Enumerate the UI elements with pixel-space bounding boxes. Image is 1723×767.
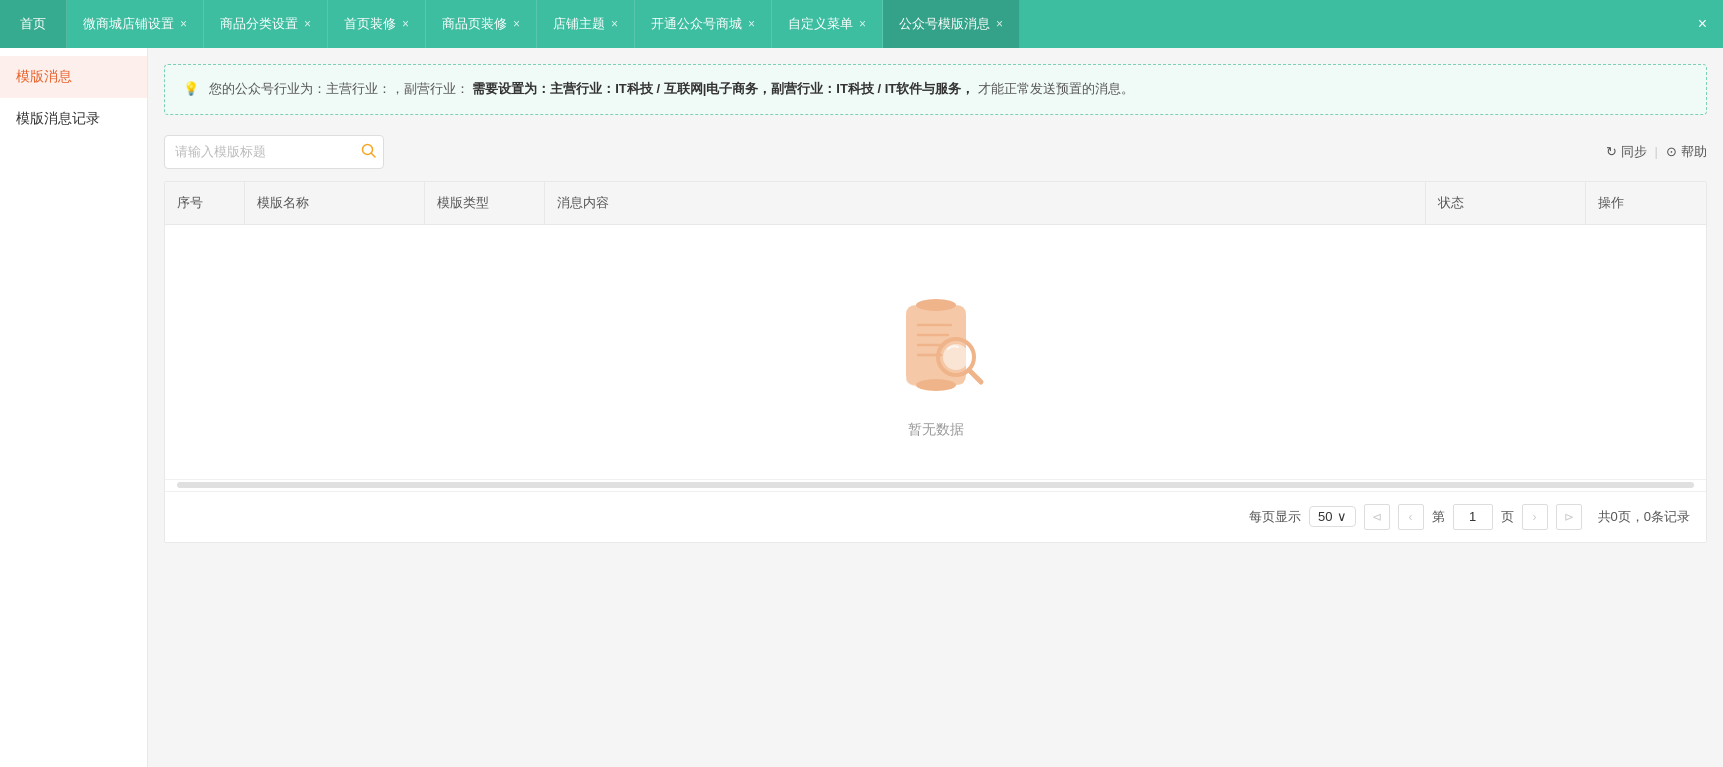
divider: | (1655, 144, 1658, 159)
per-page-value: 50 (1318, 509, 1332, 524)
homepage-tab-close[interactable]: × (402, 17, 409, 31)
th-name: 模版名称 (245, 182, 425, 224)
per-page-label: 每页显示 (1249, 508, 1301, 526)
scrollbar-track[interactable] (177, 482, 1694, 488)
svg-point-10 (943, 344, 969, 370)
page-total: 共0页，0条记录 (1598, 508, 1690, 526)
theme-tab-label: 店铺主题 (553, 15, 605, 33)
nav-tab-homepage[interactable]: 首页装修 × (328, 0, 426, 48)
home-tab-label: 首页 (20, 15, 46, 33)
svg-point-4 (916, 379, 956, 391)
sidebar-item-label: 模版消息 (16, 68, 72, 84)
category-tab-label: 商品分类设置 (220, 15, 298, 33)
last-page-button[interactable]: ⊳ (1556, 504, 1582, 530)
nav-tab-weshop[interactable]: 微商城店铺设置 × (67, 0, 204, 48)
first-page-button[interactable]: ⊲ (1364, 504, 1390, 530)
help-circle-icon: ⊙ (1666, 144, 1677, 159)
homepage-tab-label: 首页装修 (344, 15, 396, 33)
sidebar-item-template-msg-record[interactable]: 模版消息记录 (0, 98, 147, 140)
templatemsg-tab-close[interactable]: × (996, 17, 1003, 31)
scrollbar-area (165, 479, 1706, 491)
pagination: 每页显示 50 ∨ ⊲ ‹ 第 页 › ⊳ 共0页，0条记录 (165, 491, 1706, 542)
page-input[interactable] (1453, 504, 1493, 530)
table-wrapper: 序号 模版名称 模版类型 消息内容 状态 操作 (164, 181, 1707, 543)
page-label: 第 (1432, 508, 1445, 526)
nav-tab-home[interactable]: 首页 (0, 0, 67, 48)
weshop-tab-label: 微商城店铺设置 (83, 15, 174, 33)
help-label: 帮助 (1681, 143, 1707, 161)
svg-line-11 (969, 370, 981, 382)
page-suffix: 页 (1501, 508, 1514, 526)
custommenu-tab-label: 自定义菜单 (788, 15, 853, 33)
search-button[interactable] (361, 143, 376, 161)
nav-tab-productpage[interactable]: 商品页装修 × (426, 0, 537, 48)
openstore-tab-label: 开通公众号商城 (651, 15, 742, 33)
openstore-tab-close[interactable]: × (748, 17, 755, 31)
th-content: 消息内容 (545, 182, 1426, 224)
search-input[interactable] (164, 135, 384, 169)
sync-label: 同步 (1621, 143, 1647, 161)
svg-point-3 (916, 299, 956, 311)
search-bar: ↻ 同步 | ⊙ 帮助 (164, 135, 1707, 169)
search-icon (361, 143, 376, 158)
sync-button[interactable]: ↻ 同步 (1606, 143, 1647, 161)
sidebar-item-template-msg[interactable]: 模版消息 (0, 56, 147, 98)
table-header: 序号 模版名称 模版类型 消息内容 状态 操作 (165, 182, 1706, 225)
productpage-tab-label: 商品页装修 (442, 15, 507, 33)
notice-text-highlight: 需要设置为：主营行业：IT科技 / 互联网|电子商务，副营行业：IT科技 / I… (472, 81, 974, 96)
th-type: 模版类型 (425, 182, 545, 224)
search-right: ↻ 同步 | ⊙ 帮助 (1606, 143, 1707, 161)
notice-text-prefix: 您的公众号行业为：主营行业：，副营行业： (209, 81, 469, 96)
svg-line-1 (371, 153, 375, 157)
custommenu-tab-close[interactable]: × (859, 17, 866, 31)
sidebar: 模版消息 模版消息记录 (0, 48, 148, 767)
close-all-button[interactable]: × (1682, 15, 1723, 33)
category-tab-close[interactable]: × (304, 17, 311, 31)
chevron-down-icon: ∨ (1337, 509, 1347, 524)
nav-tab-custommenu[interactable]: 自定义菜单 × (772, 0, 883, 48)
empty-illustration (876, 285, 996, 405)
sync-icon: ↻ (1606, 144, 1617, 159)
templatemsg-tab-label: 公众号模版消息 (899, 15, 990, 33)
sidebar-item-label: 模版消息记录 (16, 110, 100, 126)
main-layout: 模版消息 模版消息记录 💡 您的公众号行业为：主营行业：，副营行业： 需要设置为… (0, 48, 1723, 767)
help-button[interactable]: ⊙ 帮助 (1666, 143, 1707, 161)
main-content: 💡 您的公众号行业为：主营行业：，副营行业： 需要设置为：主营行业：IT科技 /… (148, 48, 1723, 767)
productpage-tab-close[interactable]: × (513, 17, 520, 31)
theme-tab-close[interactable]: × (611, 17, 618, 31)
notice-box: 💡 您的公众号行业为：主营行业：，副营行业： 需要设置为：主营行业：IT科技 /… (164, 64, 1707, 115)
nav-tab-theme[interactable]: 店铺主题 × (537, 0, 635, 48)
notice-text-suffix: 才能正常发送预置的消息。 (978, 81, 1134, 96)
weshop-tab-close[interactable]: × (180, 17, 187, 31)
empty-state: 暂无数据 (165, 225, 1706, 479)
notice-icon: 💡 (183, 81, 199, 96)
prev-page-button[interactable]: ‹ (1398, 504, 1424, 530)
th-status: 状态 (1426, 182, 1586, 224)
nav-tab-category[interactable]: 商品分类设置 × (204, 0, 328, 48)
next-page-button[interactable]: › (1522, 504, 1548, 530)
nav-tab-openstore[interactable]: 开通公众号商城 × (635, 0, 772, 48)
per-page-select[interactable]: 50 ∨ (1309, 506, 1355, 527)
top-nav: 首页 微商城店铺设置 × 商品分类设置 × 首页装修 × 商品页装修 × 店铺主… (0, 0, 1723, 48)
th-index: 序号 (165, 182, 245, 224)
nav-tab-templatemsg[interactable]: 公众号模版消息 × (883, 0, 1020, 48)
empty-text: 暂无数据 (908, 421, 964, 439)
search-left (164, 135, 384, 169)
th-action: 操作 (1586, 182, 1706, 224)
